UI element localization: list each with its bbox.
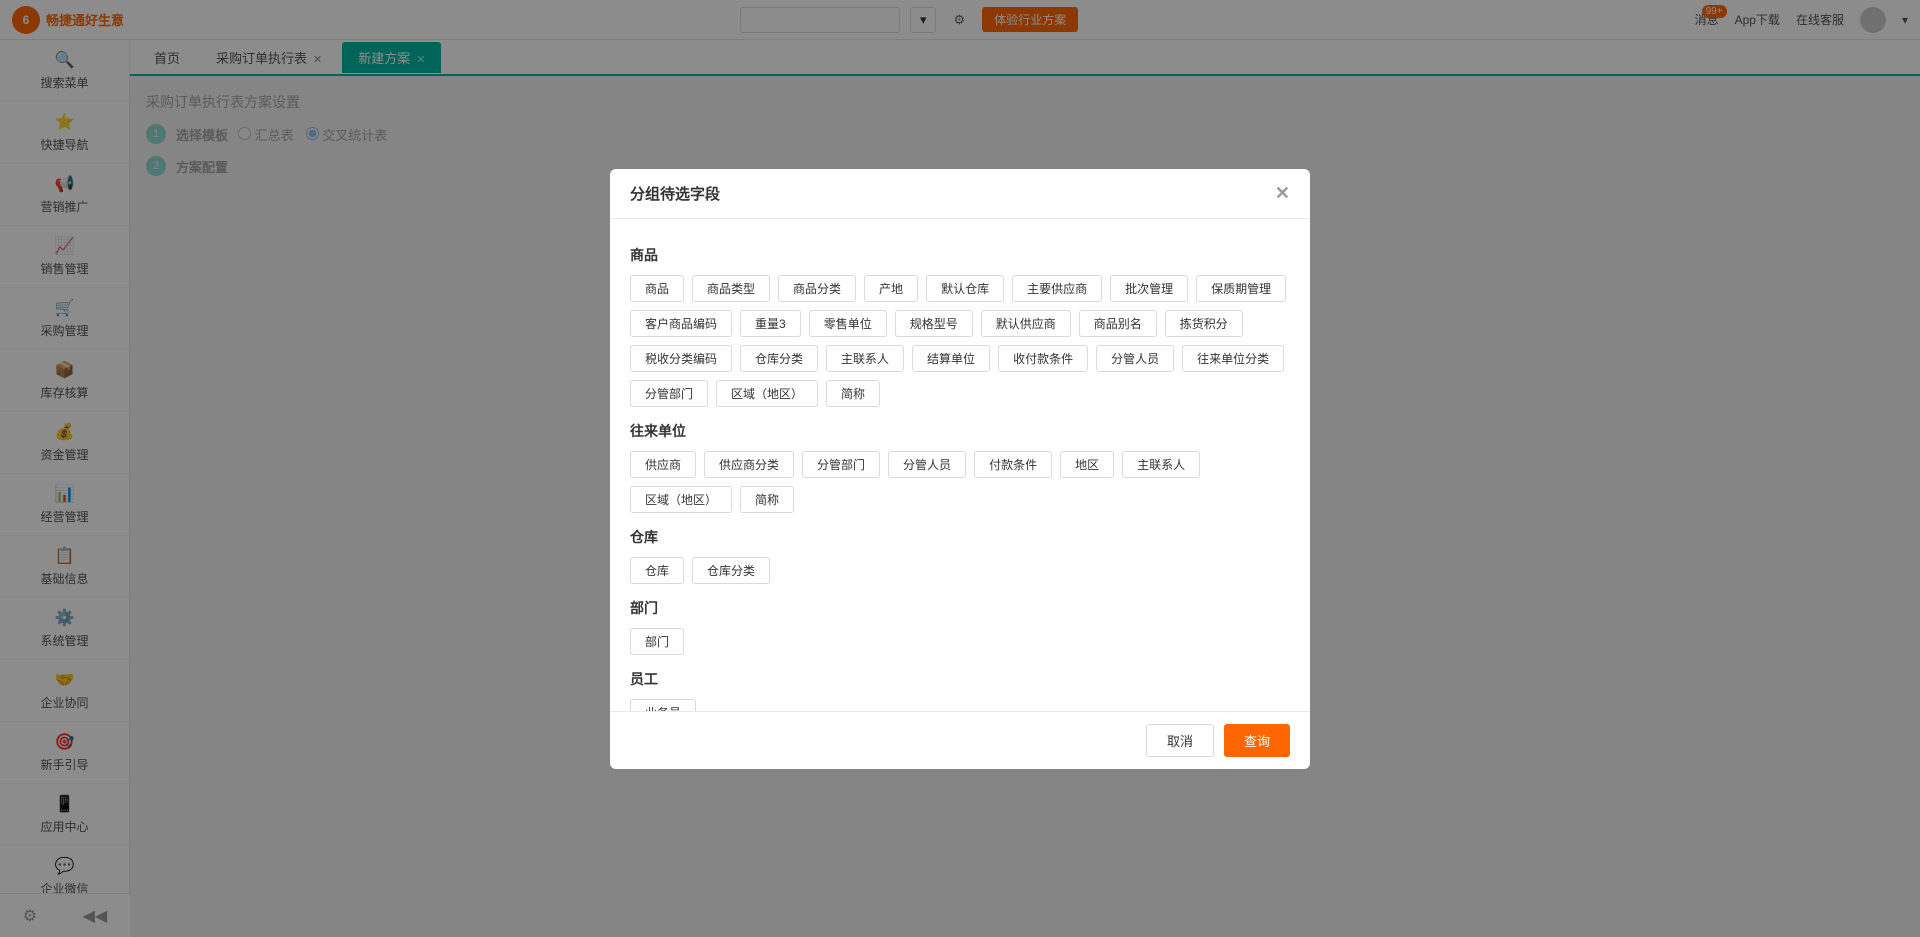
field-tag-0-10[interactable]: 零售单位 (809, 310, 887, 337)
field-tag-2-0[interactable]: 仓库 (630, 557, 684, 584)
field-tag-0-5[interactable]: 主要供应商 (1012, 275, 1102, 302)
field-tag-1-4[interactable]: 付款条件 (974, 451, 1052, 478)
field-tag-0-16[interactable]: 仓库分类 (740, 345, 818, 372)
field-list-2: 仓库仓库分类 (630, 557, 1290, 584)
section-title-2: 仓库 (630, 527, 1290, 547)
field-tag-3-0[interactable]: 部门 (630, 628, 684, 655)
dialog-body: 商品商品商品类型商品分类产地默认仓库主要供应商批次管理保质期管理客户商品编码重量… (610, 219, 1310, 711)
field-tag-0-12[interactable]: 默认供应商 (981, 310, 1071, 337)
field-tag-0-2[interactable]: 商品分类 (778, 275, 856, 302)
field-tag-0-15[interactable]: 税收分类编码 (630, 345, 732, 372)
section-title-4: 员工 (630, 669, 1290, 689)
field-tag-0-17[interactable]: 主联系人 (826, 345, 904, 372)
field-tag-0-7[interactable]: 保质期管理 (1196, 275, 1286, 302)
field-list-1: 供应商供应商分类分管部门分管人员付款条件地区主联系人区域（地区） 简称 (630, 451, 1290, 513)
field-tag-2-1[interactable]: 仓库分类 (692, 557, 770, 584)
field-list-0: 商品商品类型商品分类产地默认仓库主要供应商批次管理保质期管理客户商品编码重量3 零… (630, 275, 1290, 407)
field-tag-0-18[interactable]: 结算单位 (912, 345, 990, 372)
field-selection-dialog: 分组待选字段 ✕ 商品商品商品类型商品分类产地默认仓库主要供应商批次管理保质期管… (610, 169, 1310, 769)
section-title-0: 商品 (630, 245, 1290, 265)
dialog-header: 分组待选字段 ✕ (610, 169, 1310, 219)
section-title-1: 往来单位 (630, 421, 1290, 441)
field-tag-0-14[interactable]: 拣货积分 (1165, 310, 1243, 337)
field-tag-1-8[interactable]: 简称 (740, 486, 794, 513)
field-tag-1-5[interactable]: 地区 (1060, 451, 1114, 478)
field-list-3: 部门 (630, 628, 1290, 655)
field-tag-1-3[interactable]: 分管人员 (888, 451, 966, 478)
field-tag-0-8[interactable]: 客户商品编码 (630, 310, 732, 337)
field-tag-0-3[interactable]: 产地 (864, 275, 918, 302)
field-tag-0-24[interactable]: 简称 (826, 380, 880, 407)
cancel-button[interactable]: 取消 (1146, 724, 1214, 757)
field-tag-0-0[interactable]: 商品 (630, 275, 684, 302)
field-list-4: 业务员 (630, 699, 1290, 711)
field-tag-0-22[interactable]: 分管部门 (630, 380, 708, 407)
field-tag-1-7[interactable]: 区域（地区） (630, 486, 732, 513)
field-tag-0-21[interactable]: 往来单位分类 (1182, 345, 1284, 372)
section-title-3: 部门 (630, 598, 1290, 618)
field-tag-0-23[interactable]: 区域（地区） (716, 380, 818, 407)
field-tag-0-6[interactable]: 批次管理 (1110, 275, 1188, 302)
dialog-footer: 取消 查询 (610, 711, 1310, 769)
field-tag-1-0[interactable]: 供应商 (630, 451, 696, 478)
field-tag-0-11[interactable]: 规格型号 (895, 310, 973, 337)
field-tag-0-1[interactable]: 商品类型 (692, 275, 770, 302)
dialog-close-button[interactable]: ✕ (1275, 184, 1290, 202)
field-tag-4-0[interactable]: 业务员 (630, 699, 696, 711)
field-tag-0-4[interactable]: 默认仓库 (926, 275, 1004, 302)
field-tag-0-20[interactable]: 分管人员 (1096, 345, 1174, 372)
field-tag-0-19[interactable]: 收付款条件 (998, 345, 1088, 372)
field-tag-1-6[interactable]: 主联系人 (1122, 451, 1200, 478)
field-tag-0-9[interactable]: 重量3 (740, 310, 801, 337)
field-tag-1-1[interactable]: 供应商分类 (704, 451, 794, 478)
confirm-button[interactable]: 查询 (1224, 724, 1290, 757)
field-tag-1-2[interactable]: 分管部门 (802, 451, 880, 478)
modal-overlay: 分组待选字段 ✕ 商品商品商品类型商品分类产地默认仓库主要供应商批次管理保质期管… (0, 0, 1920, 937)
field-tag-0-13[interactable]: 商品别名 (1079, 310, 1157, 337)
dialog-title: 分组待选字段 (630, 183, 720, 204)
